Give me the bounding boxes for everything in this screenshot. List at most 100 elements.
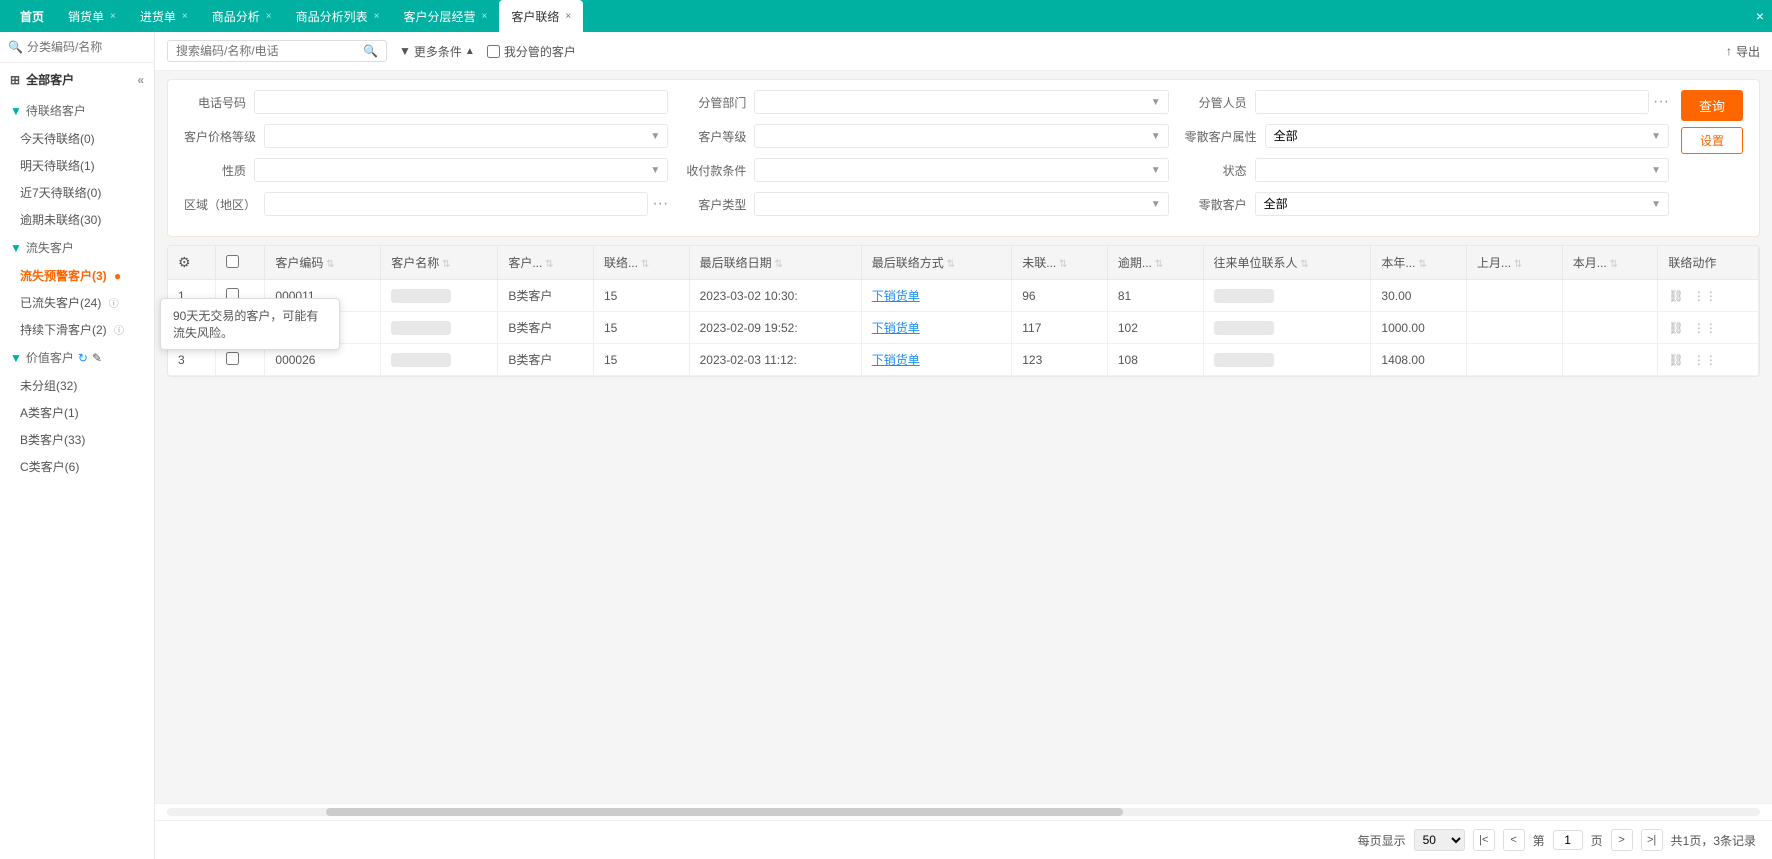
sidebar-group-pending[interactable]: ▼ 待联络客户 [0, 96, 154, 125]
col-uncontacted-header[interactable]: 未联... [1012, 246, 1108, 280]
my-customers-checkbox[interactable] [487, 45, 500, 58]
sidebar-item-7days-pending[interactable]: 近7天待联络(0) [0, 179, 154, 206]
sidebar-collapse-icon[interactable]: « [137, 73, 144, 87]
search-button-icon[interactable]: 🔍 [363, 44, 378, 58]
contact-method-link-2[interactable]: 下销货单 [872, 353, 920, 367]
per-page-select[interactable]: 50 100 [1414, 829, 1465, 851]
top-search-bar: 🔍 ▼ 更多条件 ▲ 我分管的客户 ↑ 导出 [155, 32, 1772, 71]
contact-method-link-0[interactable]: 下销货单 [872, 289, 920, 303]
filter-retail-attr-select[interactable]: 全部 [1265, 124, 1669, 148]
cell-this-year-1: 1000.00 [1371, 312, 1467, 344]
filter-manager-input[interactable] [1255, 90, 1649, 114]
filter-status-select[interactable] [1255, 158, 1669, 182]
action-grid-icon-1[interactable]: ⋮⋮ [1693, 321, 1717, 335]
cell-actions-0[interactable]: ⛓ ⋮⋮ [1658, 280, 1759, 312]
sidebar-item-class-c[interactable]: C类客户(6) [0, 453, 154, 480]
action-link-icon-0[interactable]: ⛓ [1668, 289, 1683, 303]
nav-tab-sales[interactable]: 销货单 × [56, 0, 128, 32]
window-close-button[interactable]: × [1756, 8, 1764, 24]
close-analysis-icon[interactable]: × [266, 11, 272, 22]
filter-manager-more-icon[interactable]: ··· [1653, 93, 1669, 111]
first-page-button[interactable]: |< [1473, 829, 1495, 851]
filter-status-field: 状态 ▼ [1185, 158, 1669, 182]
nav-tab-analysis-list[interactable]: 商品分析列表 × [284, 0, 392, 32]
col-contact-header[interactable]: 联络... [593, 246, 689, 280]
sidebar-item-already-churned[interactable]: 已流失客户(24) ⓘ [0, 289, 154, 316]
sidebar-search-input[interactable] [27, 40, 146, 54]
settings-button[interactable]: 设置 [1681, 127, 1743, 154]
sidebar-item-today-pending[interactable]: 今天待联络(0) [0, 125, 154, 152]
close-segment-icon[interactable]: × [481, 11, 487, 22]
filter-customer-type-select[interactable] [754, 192, 1168, 216]
col-last-contact-date-header[interactable]: 最后联络日期 [689, 246, 861, 280]
action-grid-icon-2[interactable]: ⋮⋮ [1693, 353, 1717, 367]
search-input[interactable] [176, 44, 363, 58]
col-checkbox-header[interactable] [216, 246, 265, 280]
nav-tab-analysis[interactable]: 商品分析 × [200, 0, 284, 32]
filter-retail-customer-field: 零散客户 全部 ▼ [1185, 192, 1669, 216]
more-conditions-button[interactable]: ▼ 更多条件 ▲ [399, 43, 475, 60]
horizontal-scrollbar[interactable] [167, 808, 1760, 816]
last-page-button[interactable]: >| [1641, 829, 1663, 851]
close-purchase-icon[interactable]: × [182, 11, 188, 22]
filter-phone-input[interactable] [254, 90, 668, 114]
close-connect-icon[interactable]: × [565, 11, 571, 22]
nav-tab-home[interactable]: 首页 [8, 0, 56, 32]
action-link-icon-2[interactable]: ⛓ [1668, 353, 1683, 367]
filter-retail-customer-select[interactable]: 全部 [1255, 192, 1669, 216]
col-name-header[interactable]: 客户名称 [381, 246, 498, 280]
filter-region-input[interactable] [264, 192, 648, 216]
filter-region-more-icon[interactable]: ··· [652, 195, 668, 213]
query-button[interactable]: 查询 [1681, 90, 1743, 121]
filter-nature-select[interactable] [254, 158, 668, 182]
settings-gear-icon[interactable]: ⚙ [178, 254, 191, 270]
col-contact-person-header[interactable]: 往来单位联系人 [1203, 246, 1371, 280]
cell-last-contact-method-0[interactable]: 下销货单 [861, 280, 1012, 312]
export-button[interactable]: ↑ 导出 [1726, 43, 1760, 60]
cell-last-contact-method-1[interactable]: 下销货单 [861, 312, 1012, 344]
select-all-checkbox[interactable] [226, 255, 239, 268]
col-settings[interactable]: ⚙ [168, 246, 216, 280]
col-last-month-header[interactable]: 上月... [1467, 246, 1563, 280]
filter-customer-level-select[interactable] [754, 124, 1168, 148]
action-link-icon-1[interactable]: ⛓ [1668, 321, 1683, 335]
next-page-button[interactable]: > [1611, 829, 1633, 851]
edit-icon[interactable]: ✎ [92, 351, 102, 365]
col-code-header[interactable]: 客户编码 [265, 246, 381, 280]
sidebar-item-class-b[interactable]: B类客户(33) [0, 426, 154, 453]
sidebar-item-class-a[interactable]: A类客户(1) [0, 399, 154, 426]
col-type-header[interactable]: 客户... [498, 246, 594, 280]
close-sales-icon[interactable]: × [110, 11, 116, 22]
row-checkbox-2[interactable] [226, 352, 239, 365]
sidebar-item-tomorrow-pending[interactable]: 明天待联络(1) [0, 152, 154, 179]
col-last-contact-method-header[interactable]: 最后联络方式 [861, 246, 1012, 280]
reload-icon[interactable]: ↻ [78, 351, 88, 365]
action-grid-icon-0[interactable]: ⋮⋮ [1693, 289, 1717, 303]
cell-last-contact-method-2[interactable]: 下销货单 [861, 344, 1012, 376]
prev-page-button[interactable]: < [1503, 829, 1525, 851]
nav-tab-purchase[interactable]: 进货单 × [128, 0, 200, 32]
col-this-year-header[interactable]: 本年... [1371, 246, 1467, 280]
sidebar-item-churn-warning[interactable]: 流失预警客户(3) ● [0, 262, 154, 289]
filter-region-label: 区域（地区） [184, 196, 264, 213]
nav-tab-customer-connect[interactable]: 客户联络 × [499, 0, 583, 32]
col-overdue-header[interactable]: 逾期... [1107, 246, 1203, 280]
current-page-input[interactable] [1553, 830, 1583, 850]
sidebar-item-declining[interactable]: 持续下滑客户(2) ⓘ [0, 316, 154, 343]
close-analysis-list-icon[interactable]: × [374, 11, 380, 22]
filter-dept-select[interactable] [754, 90, 1168, 114]
scrollbar-thumb[interactable] [326, 808, 1123, 816]
sidebar-item-ungrouped[interactable]: 未分组(32) [0, 372, 154, 399]
sidebar-group-churn[interactable]: ▼ 流失客户 [0, 233, 154, 262]
col-this-month-header[interactable]: 本月... [1562, 246, 1658, 280]
sidebar-item-overdue-pending[interactable]: 逾期未联络(30) [0, 206, 154, 233]
filter-customer-level-field: 客户等级 ▼ [684, 124, 1168, 148]
cell-actions-2[interactable]: ⛓ ⋮⋮ [1658, 344, 1759, 376]
contact-method-link-1[interactable]: 下销货单 [872, 321, 920, 335]
cell-actions-1[interactable]: ⛓ ⋮⋮ [1658, 312, 1759, 344]
filter-price-level-select[interactable] [264, 124, 668, 148]
nav-tab-customer-segment[interactable]: 客户分层经营 × [391, 0, 499, 32]
sidebar-all-customers[interactable]: ⊞ 全部客户 « [0, 63, 154, 96]
sidebar-group-value[interactable]: ▼ 价值客户 ↻ ✎ [0, 343, 154, 372]
filter-payment-select[interactable] [754, 158, 1168, 182]
